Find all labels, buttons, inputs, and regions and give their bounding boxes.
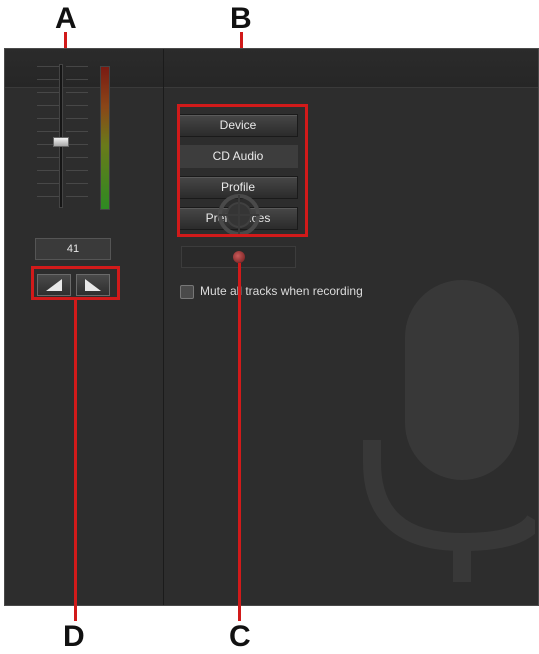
- volume-slider-track[interactable]: [59, 64, 63, 208]
- microphone-icon: [363, 280, 535, 582]
- mute-all-label: Mute all tracks when recording: [200, 284, 363, 298]
- callout-label-c: C: [229, 620, 251, 653]
- slider-scale-right: [66, 66, 88, 206]
- slider-scale-left: [37, 66, 59, 206]
- callout-label-d: D: [63, 620, 85, 653]
- volume-value-field[interactable]: 41: [35, 238, 111, 260]
- callout-label-b: B: [230, 2, 252, 35]
- highlight-volume-buttons: [31, 266, 120, 300]
- callout-label-a: A: [55, 2, 77, 35]
- highlight-source-buttons: [177, 104, 308, 237]
- panel-divider: [163, 49, 164, 605]
- audio-level-meter: [100, 66, 110, 210]
- mute-all-checkbox[interactable]: [180, 285, 194, 299]
- callout-line-d: [74, 299, 77, 621]
- callout-line-c: [238, 263, 241, 621]
- input-slider-knob[interactable]: [233, 251, 245, 263]
- volume-slider-thumb[interactable]: [53, 137, 69, 147]
